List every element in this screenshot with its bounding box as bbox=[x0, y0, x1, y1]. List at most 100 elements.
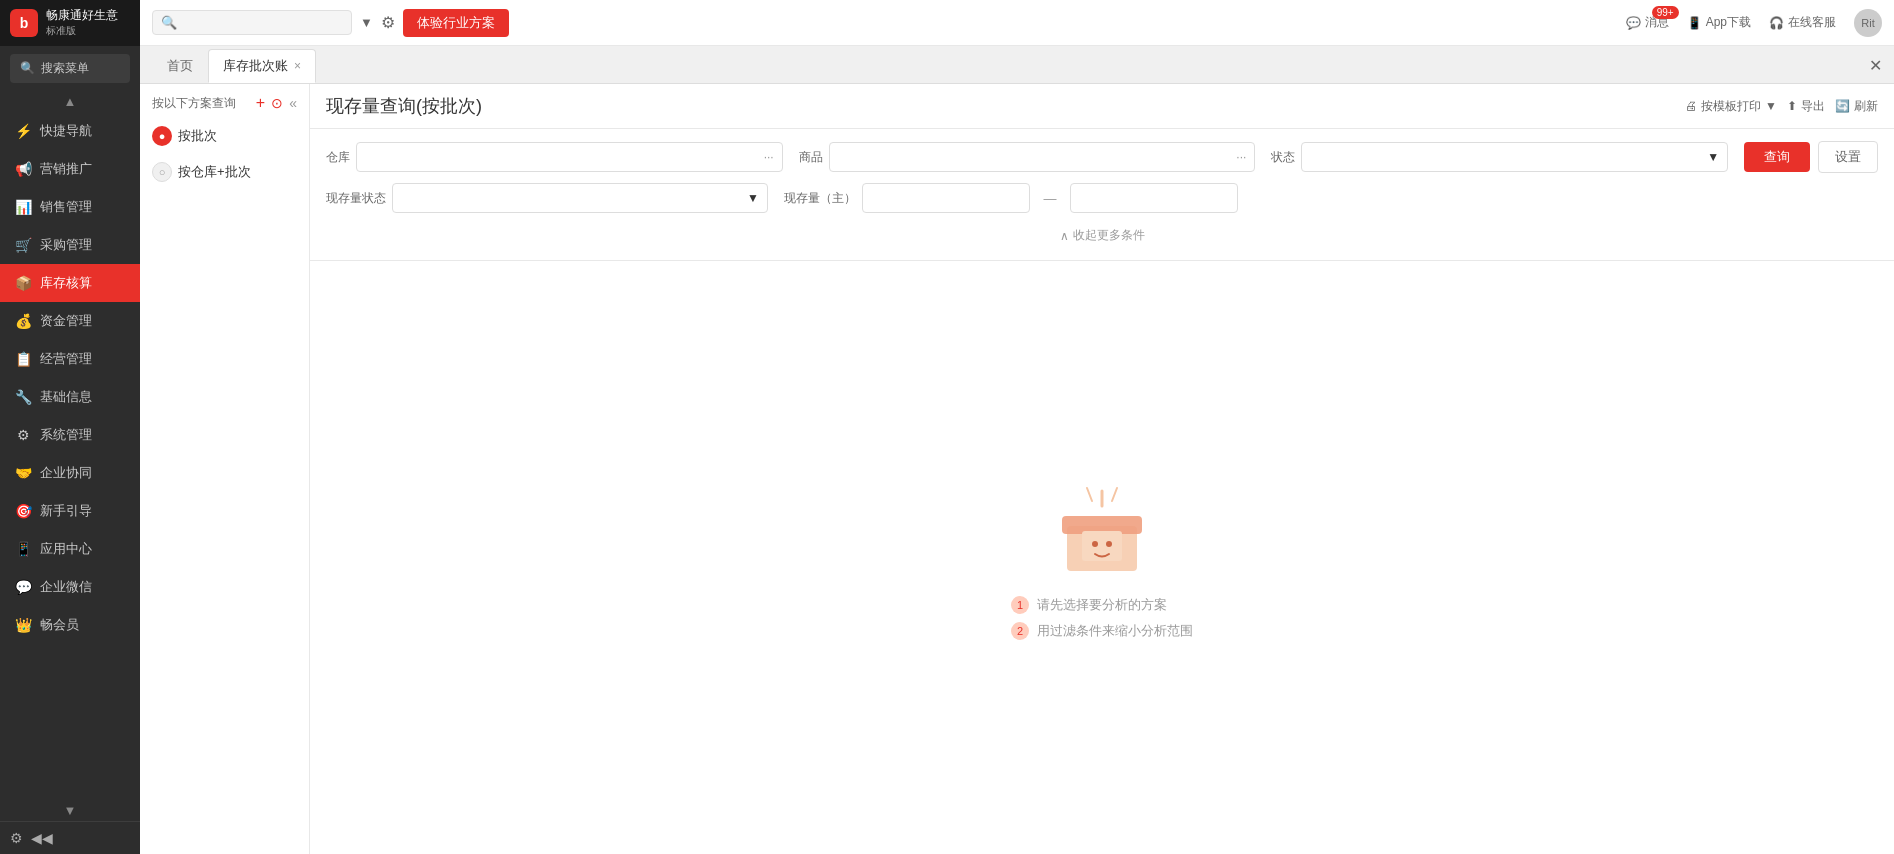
app-download-button[interactable]: 📱 App下载 bbox=[1687, 14, 1751, 31]
sidebar-item-enterprise[interactable]: 🤝 企业协同 bbox=[0, 454, 140, 492]
tip-1-text: 请先选择要分析的方案 bbox=[1037, 596, 1167, 614]
sidebar-item-purchase[interactable]: 🛒 采购管理 bbox=[0, 226, 140, 264]
stock-status-label: 现存量状态 bbox=[326, 190, 386, 207]
basic-info-icon: 🔧 bbox=[14, 388, 32, 406]
filter-row-1: 仓库 ··· 商品 ··· 状态 bbox=[326, 141, 1878, 173]
sidebar-item-label: 库存核算 bbox=[40, 274, 92, 292]
stock-qty-from-input[interactable] bbox=[862, 183, 1030, 213]
query-button[interactable]: 查询 bbox=[1744, 142, 1810, 172]
collapse-sidebar-icon[interactable]: ◀◀ bbox=[31, 830, 53, 846]
status-select[interactable]: ▼ bbox=[1301, 142, 1728, 172]
marketing-icon: 📢 bbox=[14, 160, 32, 178]
topbar-search-box[interactable]: 🔍 bbox=[152, 10, 352, 35]
finance-icon: 💰 bbox=[14, 312, 32, 330]
action-buttons-inline: 查询 设置 bbox=[1744, 141, 1878, 173]
svg-line-6 bbox=[1087, 488, 1092, 501]
sidebar-scroll-up[interactable]: ▲ bbox=[0, 91, 140, 112]
collapse-panel-icon[interactable]: « bbox=[289, 95, 297, 111]
message-button[interactable]: 💬 消息 99+ bbox=[1626, 14, 1669, 31]
app-info: 畅康通好生意 标准版 bbox=[46, 8, 118, 38]
sidebar-item-label: 经营管理 bbox=[40, 350, 92, 368]
svg-line-7 bbox=[1112, 488, 1117, 501]
topbar: 🔍 ▼ ⚙ 体验行业方案 💬 消息 99+ 📱 App下载 🎧 在线客服 R bbox=[140, 0, 1894, 46]
sidebar-item-label: 系统管理 bbox=[40, 426, 92, 444]
stock-qty-label: 现存量（主） bbox=[784, 190, 856, 207]
settings-bottom-icon[interactable]: ⚙ bbox=[10, 830, 23, 846]
tab-inventory-batch[interactable]: 库存批次账 × bbox=[208, 49, 316, 83]
topbar-icons: 💬 消息 99+ 📱 App下载 🎧 在线客服 Rit bbox=[1626, 9, 1882, 37]
sidebar-item-basic-info[interactable]: 🔧 基础信息 bbox=[0, 378, 140, 416]
trial-button[interactable]: 体验行业方案 bbox=[403, 9, 509, 37]
sidebar-item-system[interactable]: ⚙ 系统管理 bbox=[0, 416, 140, 454]
message-icon: 💬 bbox=[1626, 16, 1641, 30]
plan-item-warehouse-batch[interactable]: ○ 按仓库+批次 bbox=[140, 154, 309, 190]
sidebar-item-operations[interactable]: 📋 经营管理 bbox=[0, 340, 140, 378]
stock-qty-to-input[interactable] bbox=[1070, 183, 1238, 213]
filter-stock-status: 现存量状态 ▼ bbox=[326, 183, 768, 213]
product-more-icon[interactable]: ··· bbox=[1236, 150, 1246, 164]
sidebar-item-label: 基础信息 bbox=[40, 388, 92, 406]
print-dropdown-icon[interactable]: ▼ bbox=[1765, 99, 1777, 113]
tab-home[interactable]: 首页 bbox=[152, 49, 208, 83]
app-center-icon: 📱 bbox=[14, 540, 32, 558]
export-icon: ⬆ bbox=[1787, 99, 1797, 113]
filter-area: 仓库 ··· 商品 ··· 状态 bbox=[310, 129, 1894, 261]
plan-item-label: 按仓库+批次 bbox=[178, 163, 251, 181]
sidebar-item-marketing[interactable]: 📢 营销推广 bbox=[0, 150, 140, 188]
sidebar-item-member[interactable]: 👑 畅会员 bbox=[0, 606, 140, 644]
stock-status-dropdown-icon: ▼ bbox=[747, 191, 759, 205]
filter-stock-qty: 现存量（主） — bbox=[784, 183, 1238, 213]
search-topbar-input[interactable] bbox=[181, 16, 331, 30]
refresh-button[interactable]: 🔄 刷新 bbox=[1835, 98, 1878, 115]
empty-tips: 1 请先选择要分析的方案 2 用过滤条件来缩小分析范围 bbox=[1011, 596, 1193, 640]
left-panel: 按以下方案查询 + ⊙ « ● 按批次 ○ 按仓库+批次 bbox=[140, 84, 310, 854]
collapse-up-icon: ∧ bbox=[1060, 229, 1069, 243]
product-input-wrap[interactable]: ··· bbox=[829, 142, 1256, 172]
topbar-dropdown-icon[interactable]: ▼ bbox=[360, 15, 373, 30]
tip-2-num: 2 bbox=[1011, 622, 1029, 640]
stock-status-select[interactable]: ▼ bbox=[392, 183, 768, 213]
search-icon: 🔍 bbox=[20, 61, 35, 75]
warehouse-input[interactable] bbox=[365, 150, 760, 164]
sidebar-search-area: 🔍 搜索菜单 bbox=[0, 46, 140, 91]
search-menu-label: 搜索菜单 bbox=[41, 60, 89, 77]
sidebar-nav: ⚡ 快捷导航 📢 营销推广 📊 销售管理 🛒 采购管理 📦 库存核算 💰 资金管… bbox=[0, 112, 140, 800]
plan-item-batch[interactable]: ● 按批次 bbox=[140, 118, 309, 154]
print-template-button[interactable]: 🖨 按模板打印 ▼ bbox=[1685, 98, 1777, 115]
settings-topbar-icon[interactable]: ⚙ bbox=[381, 13, 395, 32]
main-area: 🔍 ▼ ⚙ 体验行业方案 💬 消息 99+ 📱 App下载 🎧 在线客服 R bbox=[140, 0, 1894, 854]
warehouse-input-wrap[interactable]: ··· bbox=[356, 142, 783, 172]
quick-nav-icon: ⚡ bbox=[14, 122, 32, 140]
sidebar-item-quick-nav[interactable]: ⚡ 快捷导航 bbox=[0, 112, 140, 150]
sidebar-item-inventory[interactable]: 📦 库存核算 bbox=[0, 264, 140, 302]
plan-settings-icon[interactable]: ⊙ bbox=[271, 95, 283, 111]
operations-icon: 📋 bbox=[14, 350, 32, 368]
tabs-bar: 首页 库存批次账 × ✕ bbox=[140, 46, 1894, 84]
filter-status: 状态 ▼ bbox=[1271, 142, 1728, 172]
plan-item-label: 按批次 bbox=[178, 127, 217, 145]
export-button[interactable]: ⬆ 导出 bbox=[1787, 98, 1825, 115]
sidebar-item-label: 营销推广 bbox=[40, 160, 92, 178]
sidebar-item-guide[interactable]: 🎯 新手引导 bbox=[0, 492, 140, 530]
sidebar-item-wechat[interactable]: 💬 企业微信 bbox=[0, 568, 140, 606]
warehouse-more-icon[interactable]: ··· bbox=[764, 150, 774, 164]
online-service-button[interactable]: 🎧 在线客服 bbox=[1769, 14, 1836, 31]
tab-close-button[interactable]: × bbox=[294, 60, 301, 72]
add-plan-button[interactable]: + bbox=[256, 94, 265, 112]
product-input[interactable] bbox=[838, 150, 1233, 164]
close-all-tabs-button[interactable]: ✕ bbox=[1869, 55, 1882, 74]
search-menu-button[interactable]: 🔍 搜索菜单 bbox=[10, 54, 130, 83]
filter-product: 商品 ··· bbox=[799, 142, 1256, 172]
sidebar-header[interactable]: b 畅康通好生意 标准版 bbox=[0, 0, 140, 46]
right-panel: 现存量查询(按批次) 🖨 按模板打印 ▼ ⬆ 导出 🔄 bbox=[310, 84, 1894, 854]
avatar: Rit bbox=[1854, 9, 1882, 37]
table-settings-button[interactable]: 设置 bbox=[1818, 141, 1878, 173]
sidebar-scroll-down[interactable]: ▼ bbox=[0, 800, 140, 821]
sidebar-item-sales[interactable]: 📊 销售管理 bbox=[0, 188, 140, 226]
sidebar-item-finance[interactable]: 💰 资金管理 bbox=[0, 302, 140, 340]
user-avatar-button[interactable]: Rit bbox=[1854, 9, 1882, 37]
sidebar-item-app-center[interactable]: 📱 应用中心 bbox=[0, 530, 140, 568]
page-title-row: 现存量查询(按批次) 🖨 按模板打印 ▼ ⬆ 导出 🔄 bbox=[326, 94, 1878, 128]
collapse-more-conditions[interactable]: ∧ 收起更多条件 bbox=[326, 223, 1878, 248]
wechat-icon: 💬 bbox=[14, 578, 32, 596]
